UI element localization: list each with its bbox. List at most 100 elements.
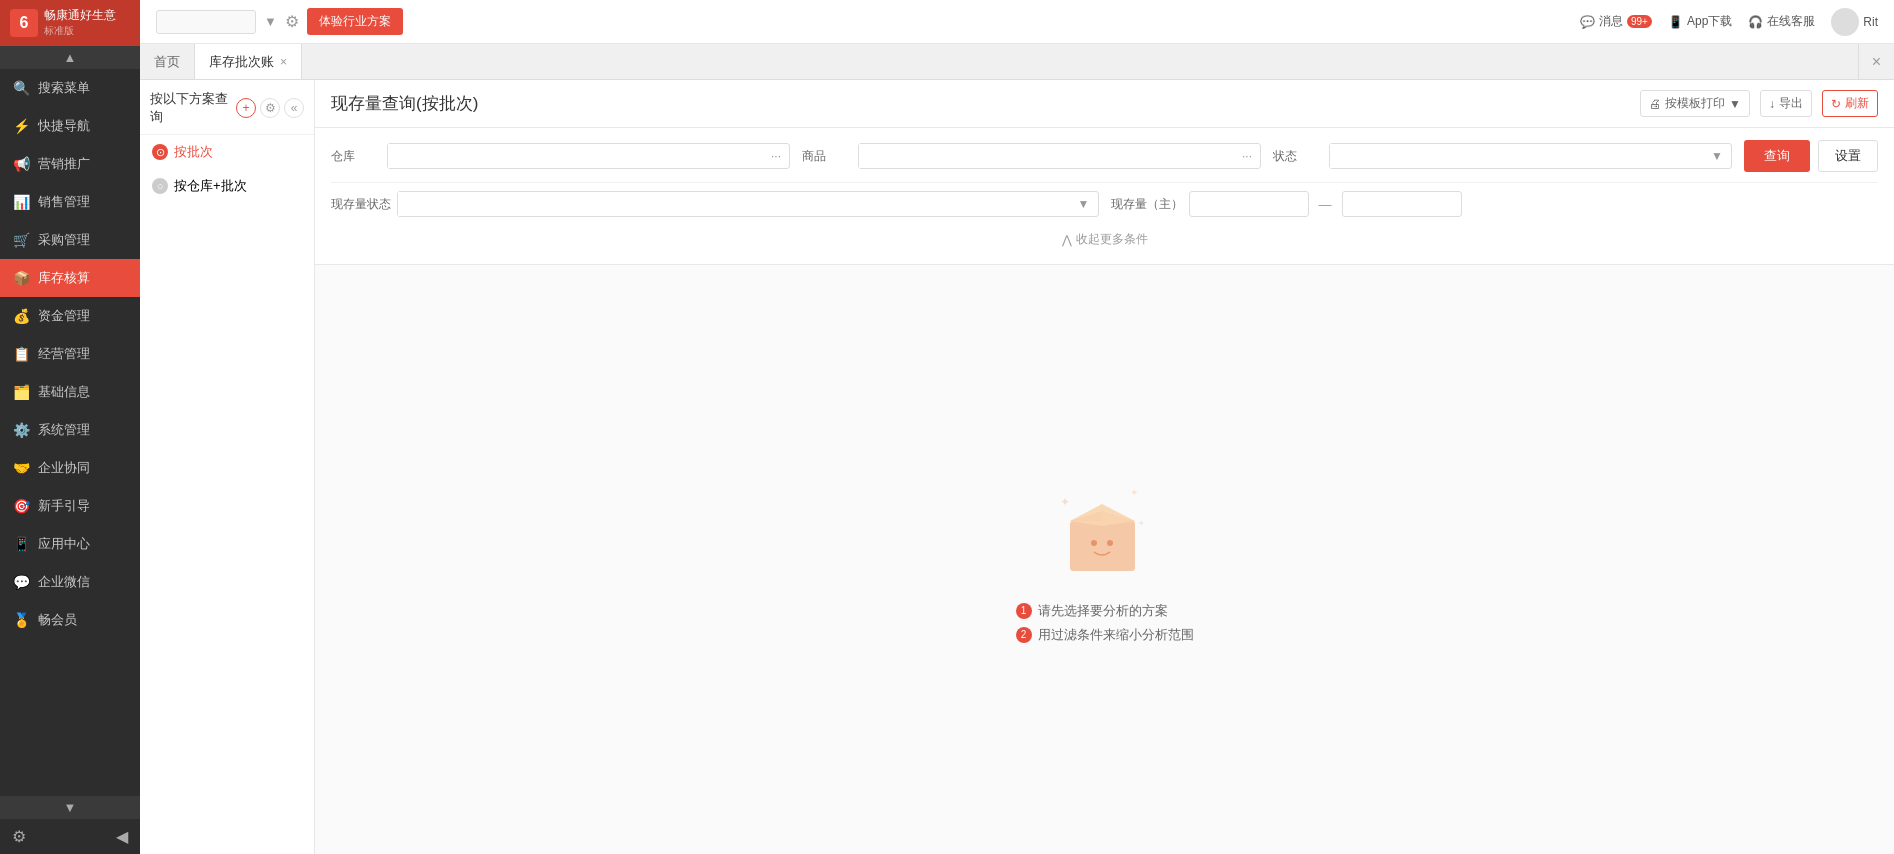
search-input[interactable] [156,10,256,34]
settings-button[interactable]: 设置 [1818,140,1878,172]
add-scheme-button[interactable]: + [236,98,256,118]
main-quantity-filter: 现存量（主） — [1111,191,1879,217]
status-filter: 状态 ▼ [1273,143,1732,169]
messages-button[interactable]: 💬 消息 99+ [1580,13,1652,30]
apps-icon: 📱 [12,535,30,553]
main-quantity-from-input[interactable] [1189,191,1309,217]
sidebar-item-apps[interactable]: 📱 应用中心 [0,525,140,563]
query-button[interactable]: 查询 [1744,140,1810,172]
sidebar-item-finance[interactable]: 💰 资金管理 [0,297,140,335]
sidebar-item-shortcut[interactable]: ⚡ 快捷导航 [0,107,140,145]
refresh-button[interactable]: ↻ 刷新 [1822,90,1878,117]
empty-tips: 1 请先选择要分析的方案 2 用过滤条件来缩小分析范围 [1016,602,1194,644]
sidebar-footer: ⚙ ◀ [0,819,140,854]
warehouse-input-wrapper: ··· [387,143,790,169]
tab-inventory-batch[interactable]: 库存批次账 × [195,44,302,79]
sidebar-item-label: 营销推广 [38,155,90,173]
warehouse-input[interactable] [388,144,763,168]
topbar: ▼ ⚙ 体验行业方案 💬 消息 99+ 📱 App下载 🎧 在线客服 Rit [140,0,1894,44]
sidebar-item-label: 企业协同 [38,459,90,477]
sidebar-item-enterprise[interactable]: 🤝 企业协同 [0,449,140,487]
scheme-active-icon: ⊙ [152,144,168,160]
right-content: 现存量查询(按批次) 🖨 按模板打印 ▼ ↓ 导出 ↻ 刷新 [315,80,1894,854]
sidebar-item-sales[interactable]: 📊 销售管理 [0,183,140,221]
sidebar-item-label: 新手引导 [38,497,90,515]
messages-label: 消息 [1599,13,1623,30]
sales-icon: 📊 [12,193,30,211]
sidebar: 6 畅康通好生意 标准版 ▲ 🔍 搜索菜单 ⚡ 快捷导航 📢 营销推广 📊 销售… [0,0,140,854]
print-button[interactable]: 🖨 按模板打印 ▼ [1640,90,1750,117]
main-quantity-to-input[interactable] [1342,191,1462,217]
tab-close-icon[interactable]: × [280,55,287,69]
filter-row-2: 现存量状态 ▼ 现存量（主） — [331,191,1878,217]
left-panel: 按以下方案查询 + ⚙ « ⊙ 按批次 ○ 按仓库+批次 [140,80,315,854]
sidebar-item-label: 资金管理 [38,307,90,325]
svg-text:✦: ✦ [1060,495,1070,509]
inventory-status-filter: 现存量状态 ▼ [331,191,1099,217]
empty-state: ✦ ✦ ✦ 1 请先选择要分析的方案 2 用过滤条件来缩小分析范围 [1016,476,1194,644]
app-download-button[interactable]: 📱 App下载 [1668,13,1732,30]
collapse-panel-button[interactable]: « [284,98,304,118]
filter-actions: 查询 设置 [1744,140,1878,172]
status-input-wrapper: ▼ [1329,143,1732,169]
gear-icon[interactable]: ⚙ [285,12,299,31]
sidebar-item-inventory[interactable]: 📦 库存核算 [0,259,140,297]
collapse-sidebar-icon[interactable]: ◀ [116,827,128,846]
sidebar-item-basic[interactable]: 🗂️ 基础信息 [0,373,140,411]
inventory-status-input-wrapper: ▼ [397,191,1099,217]
sidebar-item-search[interactable]: 🔍 搜索菜单 [0,69,140,107]
sidebar-item-system[interactable]: ⚙️ 系统管理 [0,411,140,449]
main-quantity-label: 现存量（主） [1111,196,1183,213]
tabbar-close-button[interactable]: × [1858,44,1894,79]
tabbar: 首页 库存批次账 × × [140,44,1894,80]
tab-active-label: 库存批次账 [209,53,274,71]
search-icon: 🔍 [12,79,30,97]
messages-badge: 99+ [1627,15,1652,28]
tip-1-number: 1 [1016,603,1032,619]
sidebar-item-marketing[interactable]: 📢 营销推广 [0,145,140,183]
product-filter: 商品 ··· [802,143,1261,169]
sidebar-item-purchase[interactable]: 🛒 采购管理 [0,221,140,259]
topbar-right: 💬 消息 99+ 📱 App下载 🎧 在线客服 Rit [1580,8,1878,36]
export-button[interactable]: ↓ 导出 [1760,90,1812,117]
online-service-button[interactable]: 🎧 在线客服 [1748,13,1815,30]
avatar [1831,8,1859,36]
sidebar-scroll-up[interactable]: ▲ [0,46,140,69]
user-area[interactable]: Rit [1831,8,1878,36]
left-panel-actions: + ⚙ « [236,98,304,118]
filter-row-1: 仓库 ··· 商品 ··· 状态 [331,140,1878,172]
scheme-settings-button[interactable]: ⚙ [260,98,280,118]
sidebar-item-operation[interactable]: 📋 经营管理 [0,335,140,373]
app-download-label: App下载 [1687,13,1732,30]
sidebar-item-wechat[interactable]: 💬 企业微信 [0,563,140,601]
inventory-status-dropdown-icon[interactable]: ▼ [1070,192,1098,216]
trial-button[interactable]: 体验行业方案 [307,8,403,35]
refresh-icon: ↻ [1831,97,1841,111]
print-dropdown-icon[interactable]: ▼ [1729,97,1741,111]
product-more-icon[interactable]: ··· [1234,144,1260,168]
tip-2-text: 用过滤条件来缩小分析范围 [1038,626,1194,644]
inventory-status-input[interactable] [398,192,1070,216]
status-dropdown-icon[interactable]: ▼ [1703,144,1731,168]
scheme-item-warehouse-batch[interactable]: ○ 按仓库+批次 [140,169,314,203]
product-input[interactable] [859,144,1234,168]
left-panel-title: 按以下方案查询 [150,90,236,126]
svg-rect-0 [1070,521,1135,571]
dropdown-icon[interactable]: ▼ [264,14,277,29]
sidebar-scroll-down[interactable]: ▼ [0,796,140,819]
status-input[interactable] [1330,144,1703,168]
sidebar-item-member[interactable]: 🏅 畅会员 [0,601,140,639]
empty-tip-1: 1 请先选择要分析的方案 [1016,602,1194,620]
sidebar-item-newbie[interactable]: 🎯 新手引导 [0,487,140,525]
collapse-conditions-button[interactable]: ⋀ 收起更多条件 [331,227,1878,252]
content-body: 按以下方案查询 + ⚙ « ⊙ 按批次 ○ 按仓库+批次 现存量查询(按批次) [140,80,1894,854]
scheme-item-batch[interactable]: ⊙ 按批次 [140,135,314,169]
settings-icon[interactable]: ⚙ [12,827,26,846]
basic-icon: 🗂️ [12,383,30,401]
sidebar-item-label: 搜索菜单 [38,79,90,97]
empty-illustration: ✦ ✦ ✦ [1050,476,1160,586]
tab-home[interactable]: 首页 [140,44,195,79]
export-icon: ↓ [1769,97,1775,111]
warehouse-more-icon[interactable]: ··· [763,144,789,168]
topbar-left: ▼ ⚙ 体验行业方案 [156,8,403,35]
